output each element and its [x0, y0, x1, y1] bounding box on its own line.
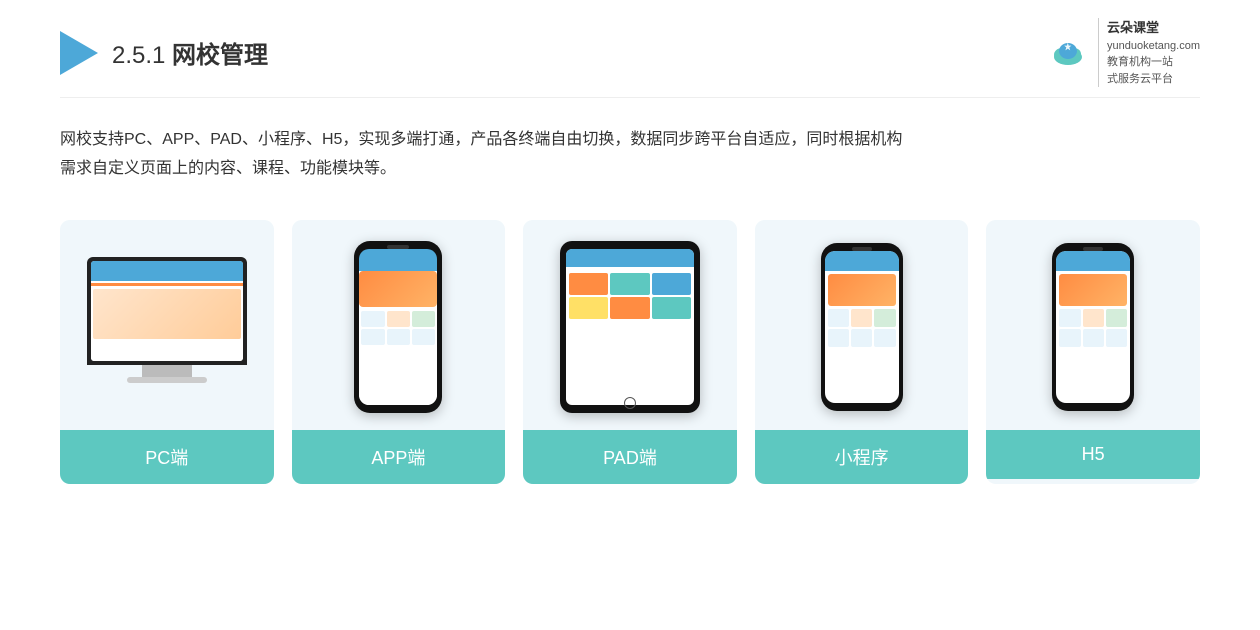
card-app-image	[292, 220, 506, 430]
phone-mini-item	[851, 309, 872, 327]
brand-name: 云朵课堂	[1107, 18, 1200, 38]
card-h5: H5	[986, 220, 1200, 484]
brand-icon	[1046, 31, 1090, 75]
pc-screen-content	[91, 261, 243, 361]
card-app-label: APP端	[292, 430, 506, 484]
card-pad-label: PAD端	[523, 430, 737, 484]
brand-tagline-1: 教育机构一站	[1107, 54, 1200, 71]
card-pc: PC端	[60, 220, 274, 484]
card-app: APP端	[292, 220, 506, 484]
tablet-block	[610, 273, 649, 295]
phone-screen-content-app	[359, 271, 437, 405]
phone-h5-screen	[1056, 251, 1130, 403]
brand-tagline-2: 式服务云平台	[1107, 71, 1200, 88]
phone-h5-hero	[1059, 274, 1127, 306]
card-miniprogram-label: 小程序	[755, 430, 969, 484]
pc-screen-outer	[87, 257, 247, 365]
header-right: 云朵课堂 yunduoketang.com 教育机构一站 式服务云平台	[1046, 18, 1200, 87]
pc-base	[127, 377, 207, 383]
phone-mini-top	[825, 251, 899, 271]
phone-grid-item	[361, 311, 384, 327]
phone-mini-body	[825, 271, 899, 350]
phone-grid-item	[361, 329, 384, 345]
cards-section: PC端	[60, 220, 1200, 484]
pc-screen-inner	[91, 261, 243, 361]
phone-mini-item	[1059, 309, 1080, 327]
card-miniprogram: 小程序	[755, 220, 969, 484]
description: 网校支持PC、APP、PAD、小程序、H5，实现多端打通，产品各终端自由切换，数…	[60, 126, 1200, 184]
card-h5-label: H5	[986, 430, 1200, 479]
phone-mini-item	[1083, 309, 1104, 327]
page-title: 2.5.1 网校管理	[112, 35, 268, 70]
tablet-body	[566, 270, 694, 322]
pc-mockup	[87, 257, 247, 397]
header-left: 2.5.1 网校管理	[60, 31, 268, 75]
description-line1: 网校支持PC、APP、PAD、小程序、H5，实现多端打通，产品各终端自由切换，数…	[60, 126, 1200, 155]
phone-mini-item	[828, 329, 849, 347]
phone-h5-body	[1056, 271, 1130, 350]
phone-mini-item	[874, 309, 895, 327]
tablet-block	[652, 297, 691, 319]
phone-mini-item	[1106, 309, 1127, 327]
brand-url: yunduoketang.com	[1107, 38, 1200, 55]
logo-triangle-icon	[60, 31, 98, 75]
phone-mini-mockup	[821, 243, 903, 411]
phone-h5-mockup	[1052, 243, 1134, 411]
phone-mini-item	[1106, 329, 1127, 347]
phone-hero-app	[359, 271, 437, 307]
phone-grid-app	[359, 309, 437, 347]
card-miniprogram-image	[755, 220, 969, 430]
phone-mini-grid	[828, 309, 896, 347]
title-prefix: 2.5.1	[112, 42, 172, 69]
card-pad: PAD端	[523, 220, 737, 484]
phone-mini-item	[851, 329, 872, 347]
tablet-mockup	[560, 241, 700, 413]
tablet-header	[566, 249, 694, 267]
phone-h5-top	[1056, 251, 1130, 271]
brand-text: 云朵课堂 yunduoketang.com 教育机构一站 式服务云平台	[1098, 18, 1200, 87]
phone-screen-app	[359, 249, 437, 405]
tablet-block	[652, 273, 691, 295]
phone-mini-item	[874, 329, 895, 347]
phone-mini-item	[828, 309, 849, 327]
phone-mini-hero	[828, 274, 896, 306]
phone-grid-item	[387, 311, 410, 327]
title-bold: 网校管理	[172, 42, 268, 69]
tablet-block	[569, 297, 608, 319]
page-container: 2.5.1 网校管理 云朵课堂	[0, 0, 1260, 630]
brand-logo: 云朵课堂 yunduoketang.com 教育机构一站 式服务云平台	[1046, 18, 1200, 87]
phone-h5-grid	[1059, 309, 1127, 347]
pc-stand	[142, 365, 192, 377]
tablet-block	[569, 273, 608, 295]
phone-mini-item	[1059, 329, 1080, 347]
card-pad-image	[523, 220, 737, 430]
card-h5-image	[986, 220, 1200, 430]
phone-grid-item	[412, 311, 435, 327]
phone-mini-screen	[825, 251, 899, 403]
tablet-block	[610, 297, 649, 319]
phone-mockup-app	[354, 241, 442, 413]
tablet-screen	[566, 249, 694, 405]
description-line2: 需求自定义页面上的内容、课程、功能模块等。	[60, 155, 1200, 184]
phone-mini-item	[1083, 329, 1104, 347]
phone-grid-item	[412, 329, 435, 345]
card-pc-image	[60, 220, 274, 430]
phone-grid-item	[387, 329, 410, 345]
header: 2.5.1 网校管理 云朵课堂	[60, 0, 1200, 98]
card-pc-label: PC端	[60, 430, 274, 484]
